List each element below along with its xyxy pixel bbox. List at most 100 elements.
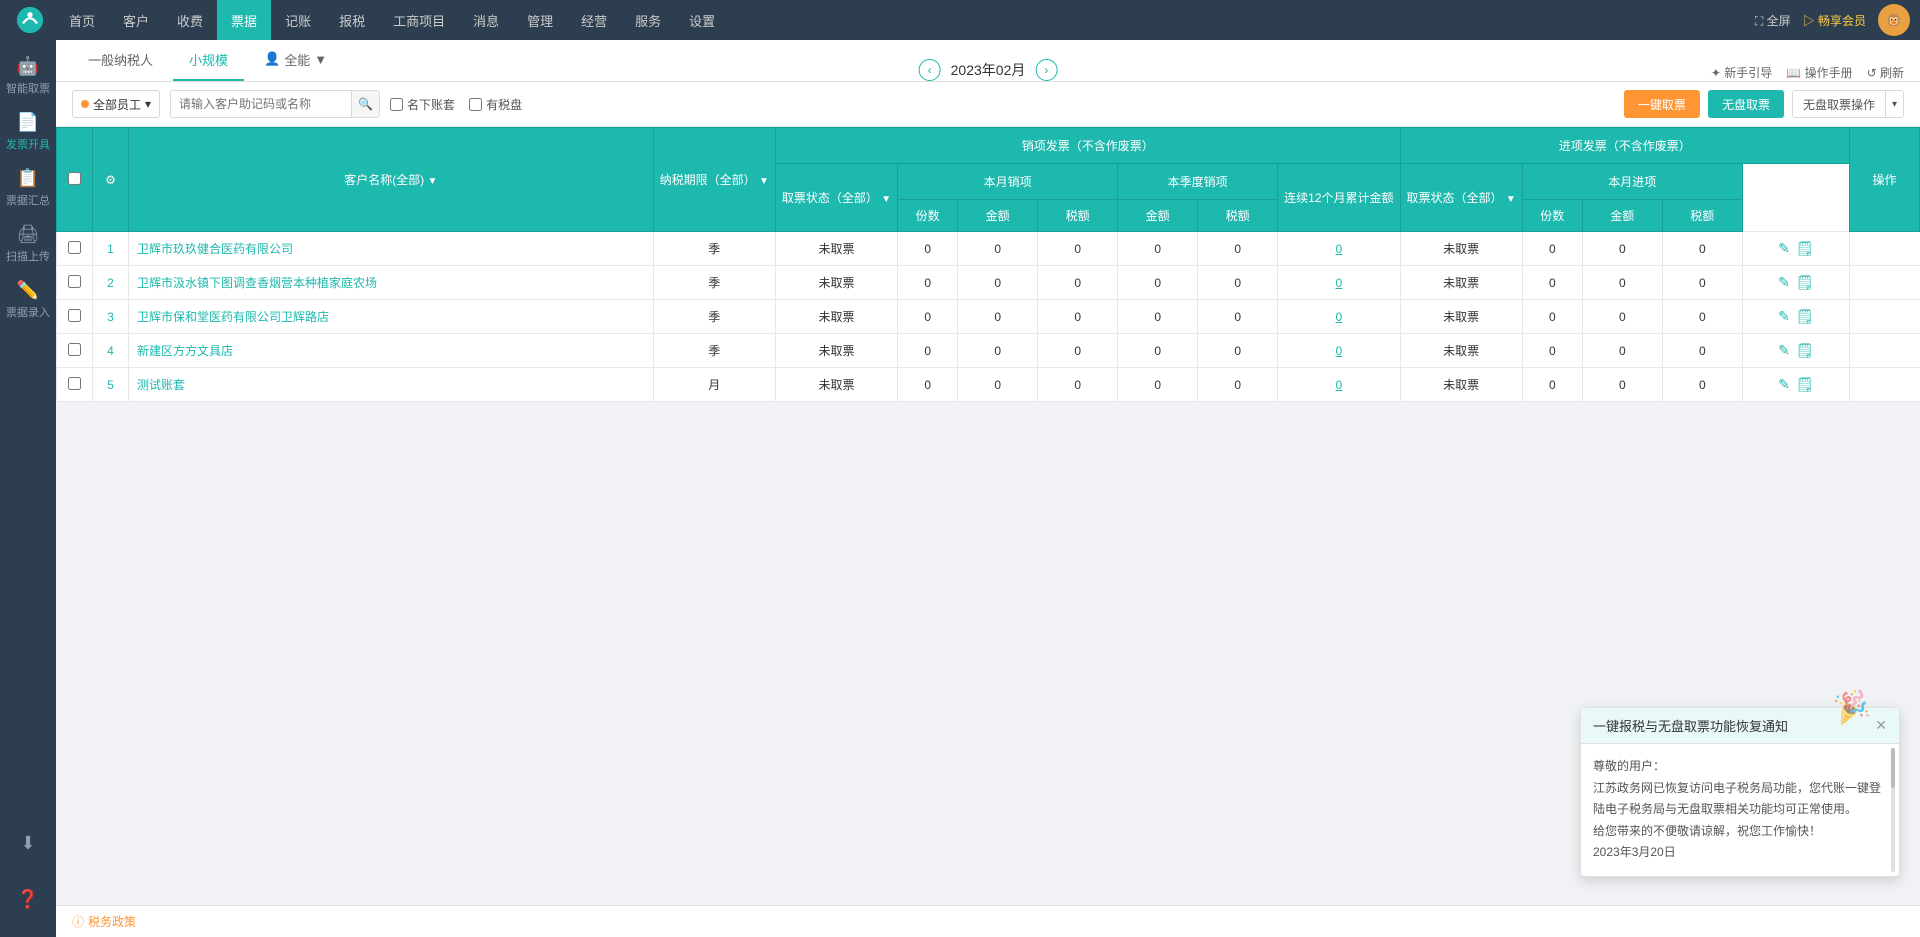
nav-home[interactable]: 首页 (55, 0, 109, 40)
row-edit-btn-1[interactable]: ✎ (1778, 274, 1790, 291)
notif-line3: 给您带来的不便敬请谅解，祝您工作愉快！ (1593, 821, 1887, 843)
row-name-1[interactable]: 卫辉市汲水镇下图调查香烟营本种植家庭农场 (129, 266, 654, 300)
checkbox-own-accounts[interactable]: 名下账套 (390, 96, 455, 113)
checkbox-has-tax-disk-input[interactable] (469, 98, 482, 111)
row-ops-4: ✎ 🗒 (1742, 368, 1849, 402)
nav-client[interactable]: 客户 (109, 0, 163, 40)
row-name-3[interactable]: 新建区方方文具店 (129, 334, 654, 368)
row-edit-btn-4[interactable]: ✎ (1778, 376, 1790, 393)
row-s-12month-3[interactable]: 0 (1278, 334, 1400, 368)
member-btn[interactable]: ▷ 畅享会员 (1803, 12, 1866, 29)
bottom-bar: ⓘ 税务政策 (56, 905, 1920, 937)
row-input-status-0: 未取票 (1400, 232, 1522, 266)
new-guide-btn[interactable]: ✦ 新手引导 (1711, 64, 1772, 81)
row-s-12month-1[interactable]: 0 (1278, 266, 1400, 300)
search-button[interactable]: 🔍 (351, 90, 379, 118)
row-s-12month-2[interactable]: 0 (1278, 300, 1400, 334)
top-navigation: 首页 客户 收费 票据 记账 报税 工商项目 消息 管理 经营 服务 设置 ⛶ … (0, 0, 1920, 40)
app-logo (10, 0, 50, 40)
no-disk-ops-btn[interactable]: 无盘取票操作 ▾ (1792, 90, 1904, 118)
nav-settings[interactable]: 设置 (675, 0, 729, 40)
row-checkbox-1[interactable] (57, 266, 93, 300)
sidebar-item-smart-ticket[interactable]: 🤖 智能取票 (0, 48, 56, 104)
col-name-header: 客户名称(全部) ▼ (129, 128, 654, 232)
row-s-month-tax-2: 0 (1038, 300, 1118, 334)
row-ops-1: ✎ 🗒 (1742, 266, 1849, 300)
no-disk-ops-arrow[interactable]: ▾ (1885, 91, 1903, 117)
row-s-quarter-amount-3: 0 (1118, 334, 1198, 368)
col-settings-header: ⚙ (93, 128, 129, 232)
user-avatar[interactable]: 🐵 (1878, 4, 1910, 36)
no-disk-ticket-btn[interactable]: 无盘取票 (1708, 90, 1784, 118)
row-edit-btn-3[interactable]: ✎ (1778, 342, 1790, 359)
row-check-2[interactable] (68, 309, 81, 322)
row-i-month-amount-1: 0 (1582, 266, 1662, 300)
row-name-2[interactable]: 卫辉市保和堂医药有限公司卫辉路店 (129, 300, 654, 334)
search-input[interactable] (171, 91, 351, 117)
row-i-month-amount-2: 0 (1582, 300, 1662, 334)
tab-general-taxpayer[interactable]: 一般纳税人 (72, 40, 169, 81)
row-detail-btn-4[interactable]: 🗒 (1796, 376, 1814, 393)
row-detail-btn-2[interactable]: 🗒 (1796, 308, 1814, 325)
nav-ticket[interactable]: 票据 (217, 0, 271, 40)
tax-policy-link[interactable]: 税务政策 (88, 913, 136, 930)
nav-business[interactable]: 工商项目 (379, 0, 459, 40)
smart-ticket-icon: 🤖 (17, 56, 39, 77)
nav-manage[interactable]: 管理 (513, 0, 567, 40)
row-check-1[interactable] (68, 275, 81, 288)
notif-close-btn[interactable]: ✕ (1875, 717, 1887, 734)
sidebar-item-scan-upload[interactable]: 🖨 扫描上传 (0, 216, 56, 272)
row-edit-btn-0[interactable]: ✎ (1778, 240, 1790, 257)
select-all-checkbox[interactable] (68, 172, 81, 185)
sidebar: 🤖 智能取票 📄 发票开具 📋 票据汇总 🖨 扫描上传 ✏️ 票据录入 ⬇ ❓ (0, 40, 56, 937)
fullscreen-btn[interactable]: ⛶ 全屏 (1755, 12, 1791, 29)
row-detail-btn-1[interactable]: 🗒 (1796, 274, 1814, 291)
sidebar-item-issue-invoice[interactable]: 📄 发票开具 (0, 104, 56, 160)
col-checkbox-header (57, 128, 93, 232)
search-box[interactable]: 🔍 (170, 90, 380, 118)
row-check-4[interactable] (68, 377, 81, 390)
row-s-12month-0[interactable]: 0 (1278, 232, 1400, 266)
sidebar-download[interactable]: ⬇ (0, 815, 56, 871)
row-check-0[interactable] (68, 241, 81, 254)
row-checkbox-0[interactable] (57, 232, 93, 266)
refresh-btn[interactable]: ↺ 刷新 (1867, 64, 1904, 81)
tab-all[interactable]: 👤 全能 ▼ (248, 40, 343, 81)
nav-tax[interactable]: 报税 (325, 0, 379, 40)
sidebar-label-scan-upload: 扫描上传 (6, 248, 50, 264)
nav-fee[interactable]: 收费 (163, 0, 217, 40)
nav-accounting[interactable]: 记账 (271, 0, 325, 40)
row-detail-btn-0[interactable]: 🗒 (1796, 240, 1814, 257)
sidebar-help[interactable]: ❓ (0, 871, 56, 927)
employee-select[interactable]: 全部员工 ▾ (72, 90, 160, 118)
row-tax-period-3: 季 (653, 334, 775, 368)
row-s-12month-4[interactable]: 0 (1278, 368, 1400, 402)
row-i-month-count-4: 0 (1522, 368, 1582, 402)
row-checkbox-3[interactable] (57, 334, 93, 368)
tab-small-scale[interactable]: 小规模 (173, 40, 244, 81)
row-checkbox-2[interactable] (57, 300, 93, 334)
nav-operation[interactable]: 经营 (567, 0, 621, 40)
row-checkbox-4[interactable] (57, 368, 93, 402)
row-name-0[interactable]: 卫辉市玖玖健合医药有限公司 (129, 232, 654, 266)
one-key-ticket-btn[interactable]: 一键取票 (1624, 90, 1700, 118)
period-nav: ‹ 2023年02月 › (919, 59, 1058, 81)
row-check-3[interactable] (68, 343, 81, 356)
checkbox-own-accounts-input[interactable] (390, 98, 403, 111)
checkbox-has-tax-disk[interactable]: 有税盘 (469, 96, 522, 113)
sidebar-item-ticket-summary[interactable]: 📋 票据汇总 (0, 160, 56, 216)
col-i-month-count: 份数 (1522, 200, 1582, 232)
nav-message[interactable]: 消息 (459, 0, 513, 40)
period-prev-btn[interactable]: ‹ (919, 59, 941, 81)
col-input-status-header: 取票状态（全部） ▼ (1400, 164, 1522, 232)
row-detail-btn-3[interactable]: 🗒 (1796, 342, 1814, 359)
sidebar-item-ticket-entry[interactable]: ✏️ 票据录入 (0, 272, 56, 328)
toolbar: 全部员工 ▾ 🔍 名下账套 有税盘 一键取票 无盘取票 无盘取票操作 ▾ (56, 82, 1920, 127)
row-name-4[interactable]: 测试账套 (129, 368, 654, 402)
period-next-btn[interactable]: › (1035, 59, 1057, 81)
manual-btn[interactable]: 📖 操作手册 (1786, 64, 1852, 81)
row-edit-btn-2[interactable]: ✎ (1778, 308, 1790, 325)
row-sales-status-1: 未取票 (775, 266, 897, 300)
nav-service[interactable]: 服务 (621, 0, 675, 40)
no-disk-ops-label[interactable]: 无盘取票操作 (1793, 91, 1885, 117)
